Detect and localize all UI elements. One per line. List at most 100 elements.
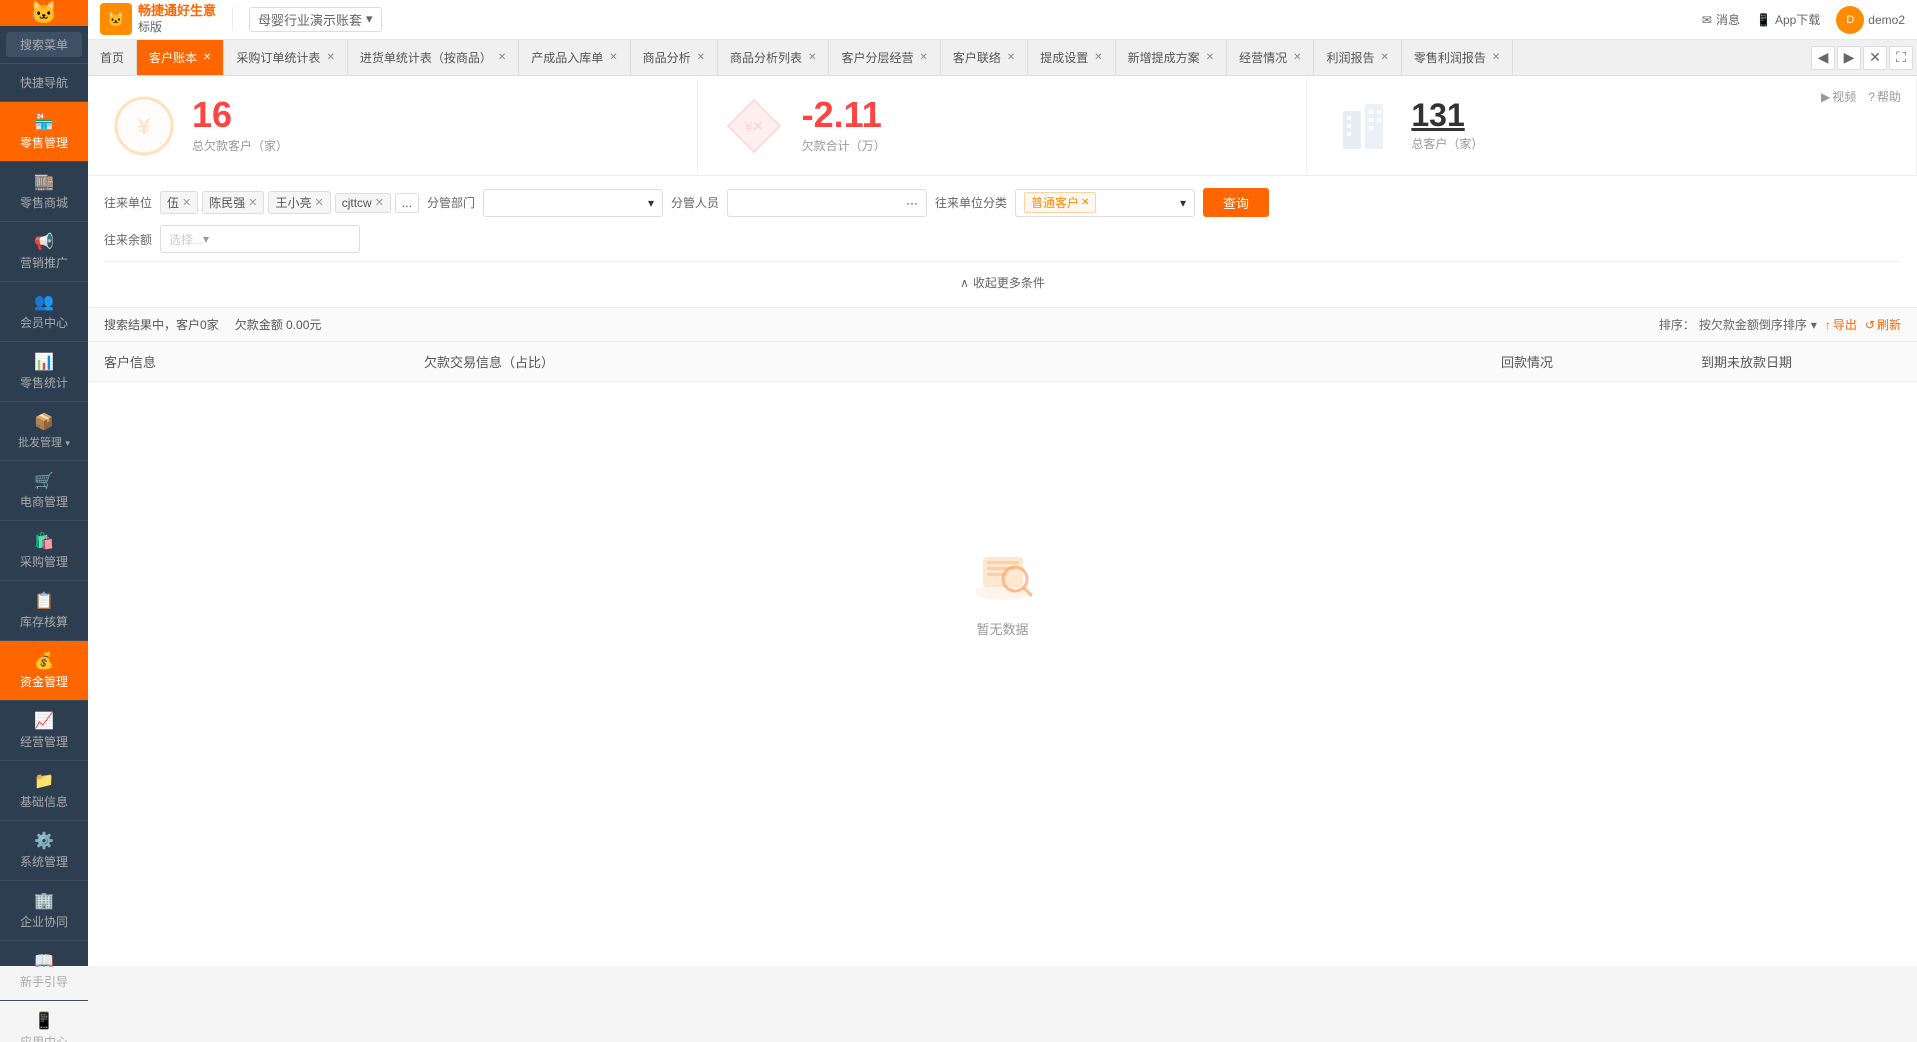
logo-icon: 🐱 bbox=[30, 0, 57, 26]
nav-tab-purchase-stats[interactable]: 采购订单统计表 ✕ bbox=[224, 40, 347, 75]
dept-select[interactable]: ▾ bbox=[483, 189, 663, 217]
nav-tab-add-commission-close[interactable]: ✕ bbox=[1206, 52, 1214, 63]
nav-tab-customer-tier[interactable]: 客户分层经营 ✕ bbox=[829, 40, 940, 75]
sidebar-item-ecommerce[interactable]: 🛒 电商管理 bbox=[0, 461, 88, 521]
sidebar-item-label: 营销推广 bbox=[20, 256, 68, 270]
filter-row-2: 往来余额 选择... ▾ bbox=[104, 225, 1901, 253]
nav-tab-retail-profit[interactable]: 零售利润报告 ✕ bbox=[1402, 40, 1513, 75]
nav-tab-goods-analysis-list[interactable]: 商品分析列表 ✕ bbox=[718, 40, 829, 75]
quick-nav-area[interactable]: 快捷导航 bbox=[0, 64, 88, 102]
total-customers-value: 16 bbox=[192, 97, 288, 133]
nav-tab-operation-label: 经营情况 bbox=[1239, 49, 1287, 66]
nav-tab-operation-close[interactable]: ✕ bbox=[1293, 52, 1301, 63]
category-select[interactable]: 普通客户 ✕ ▾ bbox=[1015, 189, 1195, 217]
inventory-icon: 📋 bbox=[4, 591, 84, 611]
nav-tab-product-inbound[interactable]: 产成品入库单 ✕ bbox=[519, 40, 630, 75]
sidebar-item-finance[interactable]: 💰 资金管理 bbox=[0, 641, 88, 701]
nav-close-all-button[interactable]: ✕ bbox=[1863, 46, 1887, 70]
nav-tab-profit-close[interactable]: ✕ bbox=[1381, 52, 1389, 63]
store-name: 母婴行业演示账套 bbox=[258, 10, 362, 29]
sidebar-search-area[interactable]: 搜索菜单 bbox=[0, 26, 88, 64]
nav-tab-profit-report[interactable]: 利润报告 ✕ bbox=[1314, 40, 1401, 75]
col-repayment: 回款情况 bbox=[1501, 352, 1701, 371]
sidebar-item-retail-mgmt[interactable]: 🏪 零售管理 bbox=[0, 102, 88, 162]
empty-text: 暂无数据 bbox=[976, 619, 1028, 638]
nav-next-button[interactable]: ▶ bbox=[1837, 46, 1861, 70]
nav-tab-goods-list-close[interactable]: ✕ bbox=[808, 52, 816, 63]
nav-tab-retail-profit-close[interactable]: ✕ bbox=[1492, 52, 1500, 63]
filter-tag-chen-remove[interactable]: ✕ bbox=[248, 196, 257, 209]
sort-select[interactable]: 排序： 按欠款金额倒序排序 ▾ bbox=[1659, 316, 1817, 333]
system-icon: ⚙️ bbox=[4, 831, 84, 851]
enterprise-icon: 🏢 bbox=[4, 891, 84, 911]
sidebar-item-wholesale[interactable]: 📦 批发管理 ▾ bbox=[0, 402, 88, 461]
nav-tab-add-commission[interactable]: 新增提成方案 ✕ bbox=[1116, 40, 1227, 75]
sidebar-item-marketing[interactable]: 📢 营销推广 bbox=[0, 222, 88, 282]
unit-filter-tags: 伍 ✕ 陈民强 ✕ 王小亮 ✕ cjttcw ✕ ... bbox=[160, 191, 419, 214]
nav-tab-customer-contact-close[interactable]: ✕ bbox=[1007, 52, 1015, 63]
nav-tab-goods-analysis[interactable]: 商品分析 ✕ bbox=[631, 40, 718, 75]
nav-tab-inbound-stats-close[interactable]: ✕ bbox=[498, 52, 506, 63]
nav-tab-goods-analysis-close[interactable]: ✕ bbox=[697, 52, 705, 63]
app-download-button[interactable]: 📱 App下载 bbox=[1756, 11, 1820, 28]
nav-tab-home[interactable]: 首页 bbox=[88, 40, 137, 75]
nav-tab-product-inbound-close[interactable]: ✕ bbox=[609, 52, 617, 63]
filter-tag-wu-remove[interactable]: ✕ bbox=[182, 196, 191, 209]
nav-tab-inbound-stats[interactable]: 进货单统计表（按商品） ✕ bbox=[348, 40, 519, 75]
balance-input[interactable]: 选择... ▾ bbox=[160, 225, 360, 253]
nav-tab-commission-settings-close[interactable]: ✕ bbox=[1094, 52, 1102, 63]
person-filter-label: 分管人员 bbox=[671, 194, 719, 211]
stat-info-customers: 16 总欠款客户（家） bbox=[192, 97, 288, 154]
message-button[interactable]: ✉ 消息 bbox=[1702, 11, 1740, 28]
nav-tab-commission-settings[interactable]: 提成设置 ✕ bbox=[1028, 40, 1115, 75]
stat-info-debt: -2.11 欠款合计（万） bbox=[802, 97, 886, 154]
total-clients-value: 131 bbox=[1411, 99, 1483, 131]
sidebar-item-enterprise[interactable]: 🏢 企业协同 bbox=[0, 881, 88, 941]
filter-tag-more[interactable]: ... bbox=[395, 193, 419, 213]
nav-tab-customer-tier-close[interactable]: ✕ bbox=[919, 52, 927, 63]
user-area[interactable]: D demo2 bbox=[1836, 6, 1905, 34]
sidebar-item-inventory[interactable]: 📋 库存核算 bbox=[0, 581, 88, 641]
collapse-button[interactable]: ∧ 收起更多条件 bbox=[952, 270, 1053, 295]
sidebar-item-label: 基础信息 bbox=[20, 795, 68, 809]
customer-type-remove[interactable]: ✕ bbox=[1081, 197, 1089, 208]
video-link[interactable]: ▶ 视频 bbox=[1821, 88, 1856, 105]
store-selector[interactable]: 母婴行业演示账套 ▾ bbox=[249, 7, 382, 32]
filter-tag-chen: 陈民强 ✕ bbox=[202, 191, 264, 214]
person-select[interactable]: ··· bbox=[727, 189, 927, 217]
nav-tab-operation-status[interactable]: 经营情况 ✕ bbox=[1227, 40, 1314, 75]
nav-fullscreen-button[interactable]: ⛶ bbox=[1889, 46, 1913, 70]
filter-tag-cjttcw-remove[interactable]: ✕ bbox=[375, 196, 384, 209]
nav-prev-button[interactable]: ◀ bbox=[1811, 46, 1835, 70]
nav-tab-commission-settings-label: 提成设置 bbox=[1040, 49, 1088, 66]
user-avatar: D bbox=[1836, 6, 1864, 34]
search-menu-button[interactable]: 搜索菜单 bbox=[6, 32, 82, 57]
help-link[interactable]: ? 帮助 bbox=[1868, 88, 1901, 105]
quick-nav-button[interactable]: 快捷导航 bbox=[6, 70, 82, 95]
sidebar-item-label: 电商管理 bbox=[20, 495, 68, 509]
filter-tag-wang: 王小亮 ✕ bbox=[268, 191, 330, 214]
nav-tab-customer-contact[interactable]: 客户联络 ✕ bbox=[941, 40, 1028, 75]
sidebar-item-basic-info[interactable]: 📁 基础信息 bbox=[0, 761, 88, 821]
stat-info-clients: 131 总客户（家） bbox=[1411, 99, 1483, 152]
refresh-button[interactable]: ↺ 刷新 bbox=[1865, 316, 1901, 333]
customer-type-label: 普通客户 bbox=[1031, 194, 1079, 211]
sidebar-item-operation[interactable]: 📈 经营管理 bbox=[0, 701, 88, 761]
sidebar-item-member[interactable]: 👥 会员中心 bbox=[0, 282, 88, 342]
filter-tag-chen-label: 陈民强 bbox=[209, 194, 245, 211]
sidebar-item-system[interactable]: ⚙️ 系统管理 bbox=[0, 821, 88, 881]
store-chevron-icon: ▾ bbox=[366, 11, 373, 27]
filter-tag-wang-remove[interactable]: ✕ bbox=[315, 196, 324, 209]
nav-tab-customer-account[interactable]: 客户账本 ✕ bbox=[137, 40, 224, 75]
sidebar-item-retail-store[interactable]: 🏬 零售商城 bbox=[0, 162, 88, 222]
export-button[interactable]: ↑ 导出 bbox=[1825, 316, 1857, 333]
customer-type-tag: 普通客户 ✕ bbox=[1024, 192, 1096, 213]
nav-tab-customer-contact-label: 客户联络 bbox=[953, 49, 1001, 66]
sidebar-item-retail-stats[interactable]: 📊 零售统计 bbox=[0, 342, 88, 402]
nav-tab-customer-tier-label: 客户分层经营 bbox=[841, 49, 913, 66]
svg-text:¥✕: ¥✕ bbox=[743, 118, 764, 134]
sidebar-item-purchase[interactable]: 🛍️ 采购管理 bbox=[0, 521, 88, 581]
query-button[interactable]: 查询 bbox=[1203, 188, 1269, 217]
nav-tab-purchase-stats-close[interactable]: ✕ bbox=[326, 52, 334, 63]
nav-tab-customer-account-close[interactable]: ✕ bbox=[203, 52, 211, 63]
